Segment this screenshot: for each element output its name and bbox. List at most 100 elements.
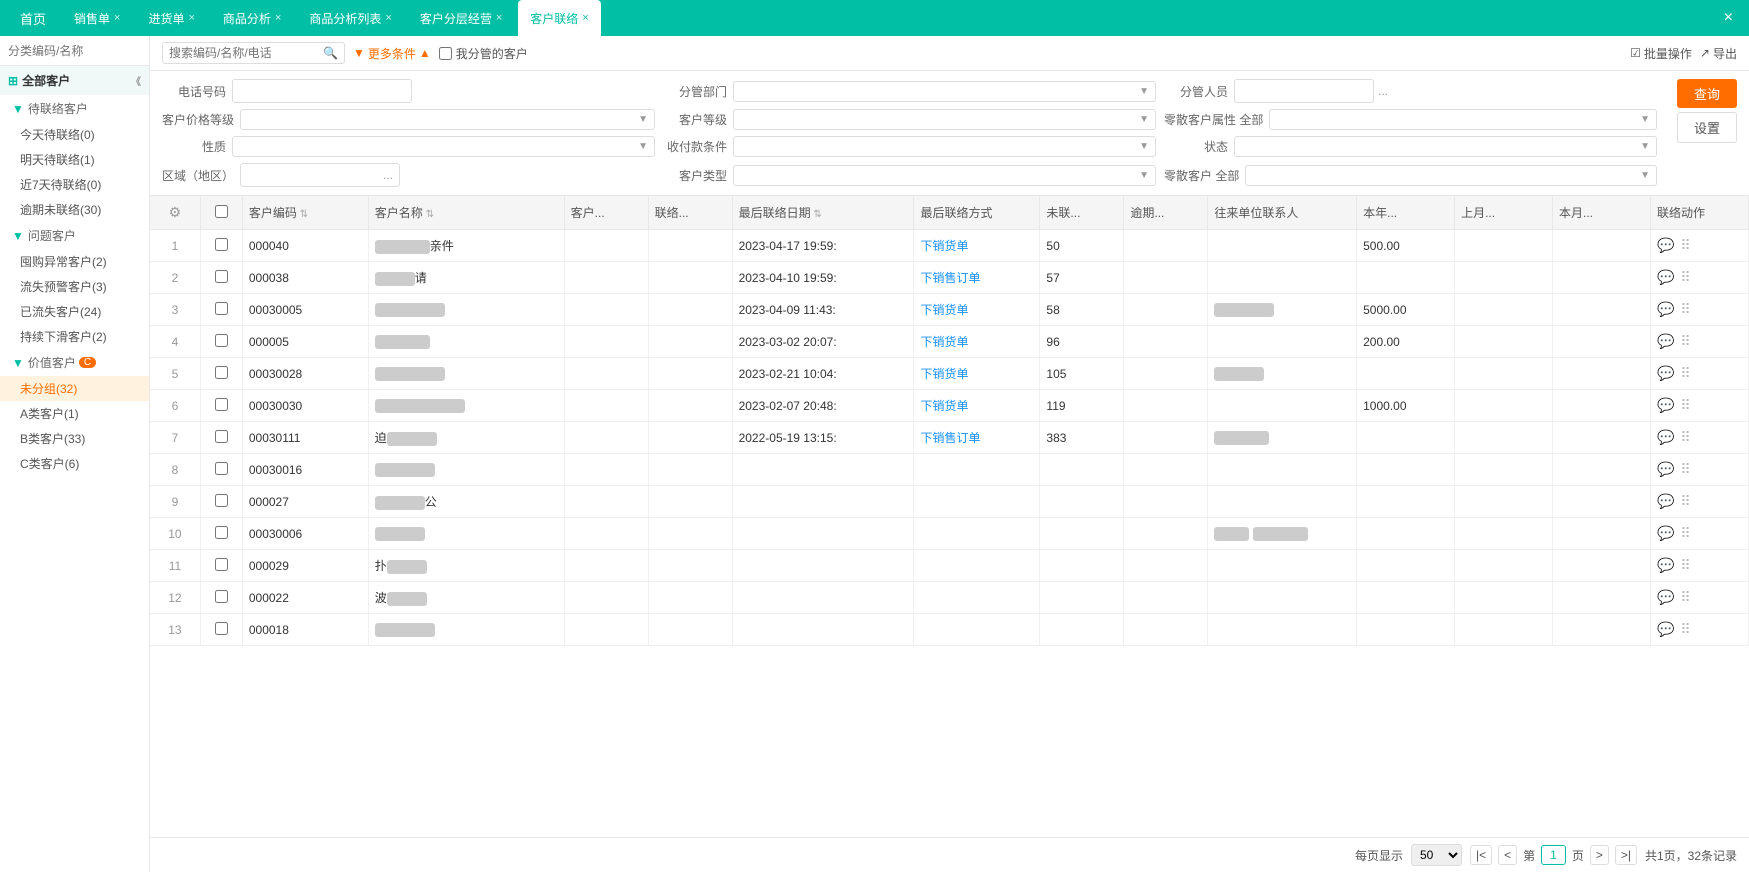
sidebar-item-7days[interactable]: 近7天待联络(0)	[0, 172, 149, 197]
row-checkbox[interactable]	[215, 302, 228, 315]
group-title-problem[interactable]: ▼ 问题客户	[0, 222, 149, 249]
price-level-select[interactable]: ▼	[240, 109, 655, 130]
region-dotdot[interactable]: ...	[383, 168, 393, 182]
row-checkbox[interactable]	[215, 430, 228, 443]
message-icon[interactable]: 💬	[1657, 461, 1674, 478]
group-title-value[interactable]: ▼ 价值客户 C	[0, 349, 149, 376]
th-date[interactable]: 最后联络日期	[732, 196, 914, 230]
apps-icon[interactable]: ⠿	[1680, 461, 1690, 478]
th-unlinked[interactable]: 未联...	[1040, 196, 1124, 230]
all-customers-header[interactable]: ⊞ 全部客户 《	[0, 66, 149, 95]
status-select[interactable]: ▼	[1234, 136, 1657, 157]
customer-level-select[interactable]: ▼	[733, 109, 1156, 130]
phone-input[interactable]	[232, 79, 412, 103]
sidebar-item-churn-warning[interactable]: 流失预警客户(3)	[0, 274, 149, 299]
sidebar-item-class-b[interactable]: B类客户(33)	[0, 426, 149, 451]
message-icon[interactable]: 💬	[1657, 269, 1674, 286]
link-last-way[interactable]: 下销货单	[920, 367, 968, 381]
nature-select[interactable]: ▼	[232, 136, 655, 157]
row-checkbox[interactable]	[215, 494, 228, 507]
first-page-btn[interactable]: |<	[1470, 845, 1492, 865]
th-name[interactable]: 客户名称	[368, 196, 564, 230]
link-last-way[interactable]: 下销货单	[920, 335, 968, 349]
prev-page-btn[interactable]: <	[1498, 845, 1517, 865]
filter-search-input[interactable]	[169, 46, 319, 60]
row-checkbox[interactable]	[215, 398, 228, 411]
apps-icon[interactable]: ⠿	[1680, 429, 1690, 446]
link-last-way[interactable]: 下销售订单	[920, 271, 980, 285]
retail-attr-select[interactable]: ▼	[1269, 109, 1657, 130]
close-tab-5-icon[interactable]: ×	[582, 12, 588, 24]
person-dotdot[interactable]: ...	[1374, 84, 1392, 98]
sidebar-item-declining[interactable]: 持续下滑客户(2)	[0, 324, 149, 349]
nav-tab-shangpinfenxiliebiao[interactable]: 商品分析列表 ×	[297, 0, 403, 36]
per-page-select[interactable]: 50 100 200	[1411, 844, 1462, 866]
more-conditions-btn[interactable]: ▼ 更多条件 ▲	[353, 45, 431, 62]
export-btn[interactable]: ↗ 导出	[1700, 45, 1737, 62]
my-customers-check[interactable]	[439, 47, 452, 60]
sidebar-item-today[interactable]: 今天待联络(0)	[0, 122, 149, 147]
link-last-way[interactable]: 下销货单	[920, 303, 968, 317]
sidebar-item-overdue[interactable]: 逾期未联络(30)	[0, 197, 149, 222]
region-select[interactable]: ...	[240, 163, 400, 187]
apps-icon[interactable]: ⠿	[1680, 493, 1690, 510]
message-icon[interactable]: 💬	[1657, 301, 1674, 318]
query-button[interactable]: 查询	[1677, 79, 1737, 108]
apps-icon[interactable]: ⠿	[1680, 301, 1690, 318]
message-icon[interactable]: 💬	[1657, 589, 1674, 606]
close-all-icon[interactable]: ×	[1716, 9, 1741, 27]
apps-icon[interactable]: ⠿	[1680, 269, 1690, 286]
link-last-way[interactable]: 下销售订单	[920, 431, 980, 445]
close-tab-1-icon[interactable]: ×	[188, 12, 194, 24]
message-icon[interactable]: 💬	[1657, 333, 1674, 350]
sidebar-item-ungroup[interactable]: 未分组(32)	[0, 376, 149, 401]
nav-tab-shangpinfenxi[interactable]: 商品分析 ×	[211, 0, 293, 36]
message-icon[interactable]: 💬	[1657, 397, 1674, 414]
th-year-amt[interactable]: 本年...	[1357, 196, 1455, 230]
current-page-num[interactable]: 1	[1541, 845, 1566, 865]
th-type[interactable]: 客户...	[564, 196, 648, 230]
select-all-checkbox[interactable]	[215, 205, 228, 218]
th-code[interactable]: 客户编码	[242, 196, 368, 230]
apps-icon[interactable]: ⠿	[1680, 589, 1690, 606]
th-contact[interactable]: 联络...	[648, 196, 732, 230]
close-tab-3-icon[interactable]: ×	[385, 12, 391, 24]
message-icon[interactable]: 💬	[1657, 365, 1674, 382]
nav-tab-kehufenceng[interactable]: 客户分层经营 ×	[408, 0, 514, 36]
person-input[interactable]	[1234, 79, 1374, 103]
message-icon[interactable]: 💬	[1657, 557, 1674, 574]
close-tab-4-icon[interactable]: ×	[496, 12, 502, 24]
apps-icon[interactable]: ⠿	[1680, 621, 1690, 638]
th-last-month[interactable]: 上月...	[1455, 196, 1553, 230]
row-checkbox[interactable]	[215, 558, 228, 571]
filter-search-icon[interactable]: 🔍	[323, 46, 338, 60]
nav-tab-xiaoshodan[interactable]: 销售单 ×	[62, 0, 132, 36]
payment-terms-select[interactable]: ▼	[733, 136, 1156, 157]
row-checkbox[interactable]	[215, 590, 228, 603]
row-checkbox[interactable]	[215, 366, 228, 379]
sidebar-item-tomorrow[interactable]: 明天待联络(1)	[0, 147, 149, 172]
nav-home[interactable]: 首页	[8, 0, 58, 36]
customer-type-select[interactable]: ▼	[733, 165, 1156, 186]
close-tab-2-icon[interactable]: ×	[275, 12, 281, 24]
close-tab-0-icon[interactable]: ×	[114, 12, 120, 24]
th-unit-contact[interactable]: 往来单位联系人	[1208, 196, 1357, 230]
row-checkbox[interactable]	[215, 526, 228, 539]
th-way[interactable]: 最后联络方式	[914, 196, 1040, 230]
th-this-month[interactable]: 本月...	[1553, 196, 1651, 230]
message-icon[interactable]: 💬	[1657, 237, 1674, 254]
my-customers-checkbox[interactable]: 我分管的客户	[439, 45, 528, 62]
sidebar-item-class-a[interactable]: A类客户(1)	[0, 401, 149, 426]
apps-icon[interactable]: ⠿	[1680, 333, 1690, 350]
sidebar-item-hoard-abnormal[interactable]: 囤购异常客户(2)	[0, 249, 149, 274]
apps-icon[interactable]: ⠿	[1680, 365, 1690, 382]
dept-select[interactable]: ▼	[733, 81, 1156, 102]
nav-tab-jinhuodan[interactable]: 进货单 ×	[136, 0, 206, 36]
batch-ops-btn[interactable]: ☑ 批量操作	[1630, 45, 1692, 62]
sidebar-item-churned[interactable]: 已流失客户(24)	[0, 299, 149, 324]
link-last-way[interactable]: 下销货单	[920, 399, 968, 413]
collapse-icon[interactable]: 《	[131, 73, 141, 88]
sidebar-item-class-c[interactable]: C类客户(6)	[0, 451, 149, 476]
apps-icon[interactable]: ⠿	[1680, 237, 1690, 254]
last-page-btn[interactable]: >|	[1615, 845, 1637, 865]
